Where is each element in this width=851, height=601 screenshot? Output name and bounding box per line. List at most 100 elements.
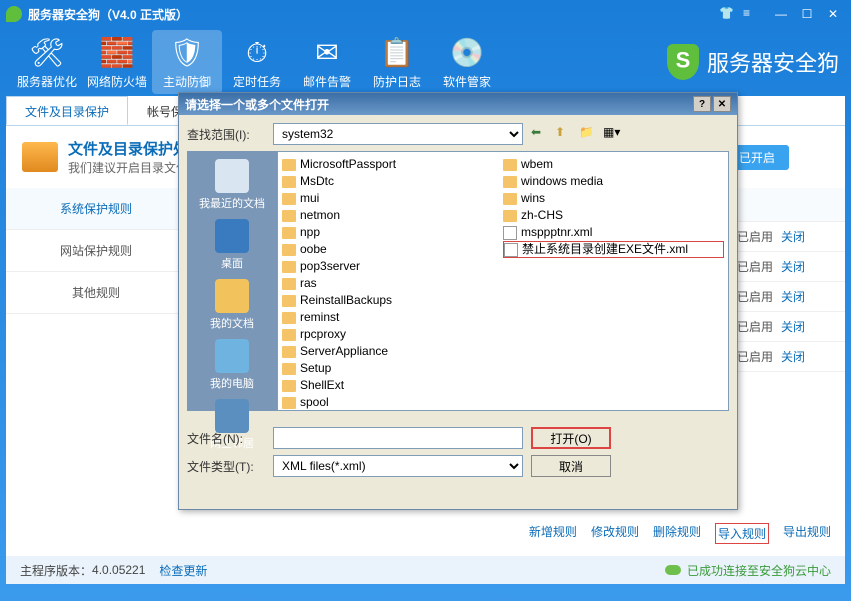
rule-enabled-label: 已启用 bbox=[737, 350, 773, 364]
folder-icon bbox=[282, 176, 296, 188]
file-item[interactable]: spool bbox=[282, 394, 503, 411]
folder-icon bbox=[282, 329, 296, 341]
folder-icon bbox=[282, 227, 296, 239]
places-item-1[interactable]: 桌面 bbox=[194, 219, 270, 271]
toolbar-item-0[interactable]: 🛠服务器优化 bbox=[12, 30, 82, 94]
folder-icon bbox=[282, 278, 296, 290]
connection-status: 已成功连接至安全狗云中心 bbox=[665, 562, 831, 579]
file-item[interactable]: ShellExt bbox=[282, 377, 503, 394]
file-item[interactable]: MsDtc bbox=[282, 173, 503, 190]
toolbar-item-2[interactable]: 🛡主动防御 bbox=[152, 30, 222, 94]
rule-enabled-label: 已启用 bbox=[737, 260, 773, 274]
filename-input[interactable] bbox=[273, 427, 523, 449]
rule-close-link[interactable]: 关闭 bbox=[781, 260, 805, 274]
up-icon[interactable]: ⬆ bbox=[555, 125, 573, 143]
rule-category-0[interactable]: 系统保护规则 bbox=[6, 188, 186, 230]
file-item[interactable]: 禁止系统目录创建EXE文件.xml bbox=[503, 241, 724, 258]
file-item[interactable]: netmon bbox=[282, 207, 503, 224]
dialog-close-button[interactable]: ✕ bbox=[713, 96, 731, 112]
dialog-help-button[interactable]: ? bbox=[693, 96, 711, 112]
places-item-2[interactable]: 我的文档 bbox=[194, 279, 270, 331]
rule-close-link[interactable]: 关闭 bbox=[781, 290, 805, 304]
file-item[interactable]: pop3server bbox=[282, 258, 503, 275]
tool-icon: 🧱 bbox=[99, 35, 135, 71]
view-menu-icon[interactable]: ▦▾ bbox=[603, 125, 621, 143]
tool-icon: 🛠 bbox=[29, 35, 65, 71]
tool-icon: ⏱ bbox=[239, 35, 275, 71]
toolbar-item-4[interactable]: ✉邮件告警 bbox=[292, 30, 362, 94]
folder-icon bbox=[503, 210, 517, 222]
menu-icon[interactable]: ≡ bbox=[743, 6, 759, 22]
app-title: 服务器安全狗（V4.0 正式版） bbox=[28, 6, 188, 23]
folder-icon bbox=[282, 244, 296, 256]
rule-category-2[interactable]: 其他规则 bbox=[6, 272, 186, 314]
main-toolbar: 🛠服务器优化🧱网络防火墙🛡主动防御⏱定时任务✉邮件告警📋防护日志💿软件管家 服务器… bbox=[0, 28, 851, 96]
open-button[interactable]: 打开(O) bbox=[531, 427, 611, 449]
xml-file-icon bbox=[504, 243, 518, 257]
toolbar-item-1[interactable]: 🧱网络防火墙 bbox=[82, 30, 152, 94]
rule-enabled-label: 已启用 bbox=[737, 230, 773, 244]
rule-close-link[interactable]: 关闭 bbox=[781, 350, 805, 364]
tab-0[interactable]: 文件及目录保护 bbox=[6, 96, 128, 125]
brand-shield-icon bbox=[667, 44, 699, 80]
action-link-0[interactable]: 新增规则 bbox=[529, 523, 577, 544]
folder-icon bbox=[503, 159, 517, 171]
action-link-3[interactable]: 导入规则 bbox=[715, 523, 769, 544]
action-link-4[interactable]: 导出规则 bbox=[783, 523, 831, 544]
file-item[interactable]: MicrosoftPassport bbox=[282, 156, 503, 173]
file-item[interactable]: ReinstallBackups bbox=[282, 292, 503, 309]
file-item[interactable]: zh-CHS bbox=[503, 207, 724, 224]
file-item[interactable]: npp bbox=[282, 224, 503, 241]
folder-icon bbox=[282, 210, 296, 222]
status-bar: 主程序版本： 4.0.05221 检查更新 已成功连接至安全狗云中心 bbox=[6, 556, 845, 584]
places-item-0[interactable]: 我最近的文档 bbox=[194, 159, 270, 211]
rule-enabled-label: 已启用 bbox=[737, 320, 773, 334]
file-item[interactable]: wins bbox=[503, 190, 724, 207]
folder-icon bbox=[282, 397, 296, 409]
toolbar-item-3[interactable]: ⏱定时任务 bbox=[222, 30, 292, 94]
rule-close-link[interactable]: 关闭 bbox=[781, 320, 805, 334]
filename-label: 文件名(N): bbox=[187, 430, 273, 447]
app-icon bbox=[6, 6, 22, 22]
new-folder-icon[interactable]: 📁 bbox=[579, 125, 597, 143]
folder-icon bbox=[282, 193, 296, 205]
file-item[interactable]: rpcproxy bbox=[282, 326, 503, 343]
version-value: 4.0.05221 bbox=[92, 563, 145, 577]
file-item[interactable]: wbem bbox=[503, 156, 724, 173]
maximize-button[interactable]: ☐ bbox=[795, 4, 819, 24]
rule-close-link[interactable]: 关闭 bbox=[781, 230, 805, 244]
check-update-link[interactable]: 检查更新 bbox=[159, 562, 207, 579]
tool-icon: ✉ bbox=[309, 35, 345, 71]
tool-icon: 🛡 bbox=[169, 35, 205, 71]
action-link-2[interactable]: 删除规则 bbox=[653, 523, 701, 544]
lookin-dropdown[interactable]: system32 bbox=[273, 123, 523, 145]
file-item[interactable]: oobe bbox=[282, 241, 503, 258]
close-button[interactable]: ✕ bbox=[821, 4, 845, 24]
filetype-dropdown[interactable]: XML files(*.xml) bbox=[273, 455, 523, 477]
file-item[interactable]: ras bbox=[282, 275, 503, 292]
file-item[interactable]: reminst bbox=[282, 309, 503, 326]
places-icon bbox=[215, 279, 249, 313]
rule-category-1[interactable]: 网站保护规则 bbox=[6, 230, 186, 272]
file-item[interactable]: ServerAppliance bbox=[282, 343, 503, 360]
rule-enabled-label: 已启用 bbox=[737, 290, 773, 304]
folder-shield-icon bbox=[22, 142, 58, 172]
folder-icon bbox=[282, 159, 296, 171]
file-item[interactable]: msppptnr.xml bbox=[503, 224, 724, 241]
back-icon[interactable]: ⬅ bbox=[531, 125, 549, 143]
places-item-3[interactable]: 我的电脑 bbox=[194, 339, 270, 391]
file-list: MicrosoftPassportMsDtcmuinetmonnppoobepo… bbox=[277, 151, 729, 411]
minimize-button[interactable]: — bbox=[769, 4, 793, 24]
file-item[interactable]: windows media bbox=[503, 173, 724, 190]
shirt-icon[interactable]: 👕 bbox=[719, 6, 735, 22]
title-bar: 服务器安全狗（V4.0 正式版） 👕 ≡ — ☐ ✕ bbox=[0, 0, 851, 28]
brand: 服务器安全狗 bbox=[667, 44, 839, 80]
toolbar-item-6[interactable]: 💿软件管家 bbox=[432, 30, 502, 94]
toolbar-item-5[interactable]: 📋防护日志 bbox=[362, 30, 432, 94]
file-open-dialog: 请选择一个或多个文件打开 ? ✕ 查找范围(I): system32 ⬅ ⬆ 📁… bbox=[178, 92, 738, 510]
folder-icon bbox=[282, 312, 296, 324]
action-link-1[interactable]: 修改规则 bbox=[591, 523, 639, 544]
cancel-button[interactable]: 取消 bbox=[531, 455, 611, 477]
file-item[interactable]: mui bbox=[282, 190, 503, 207]
file-item[interactable]: Setup bbox=[282, 360, 503, 377]
